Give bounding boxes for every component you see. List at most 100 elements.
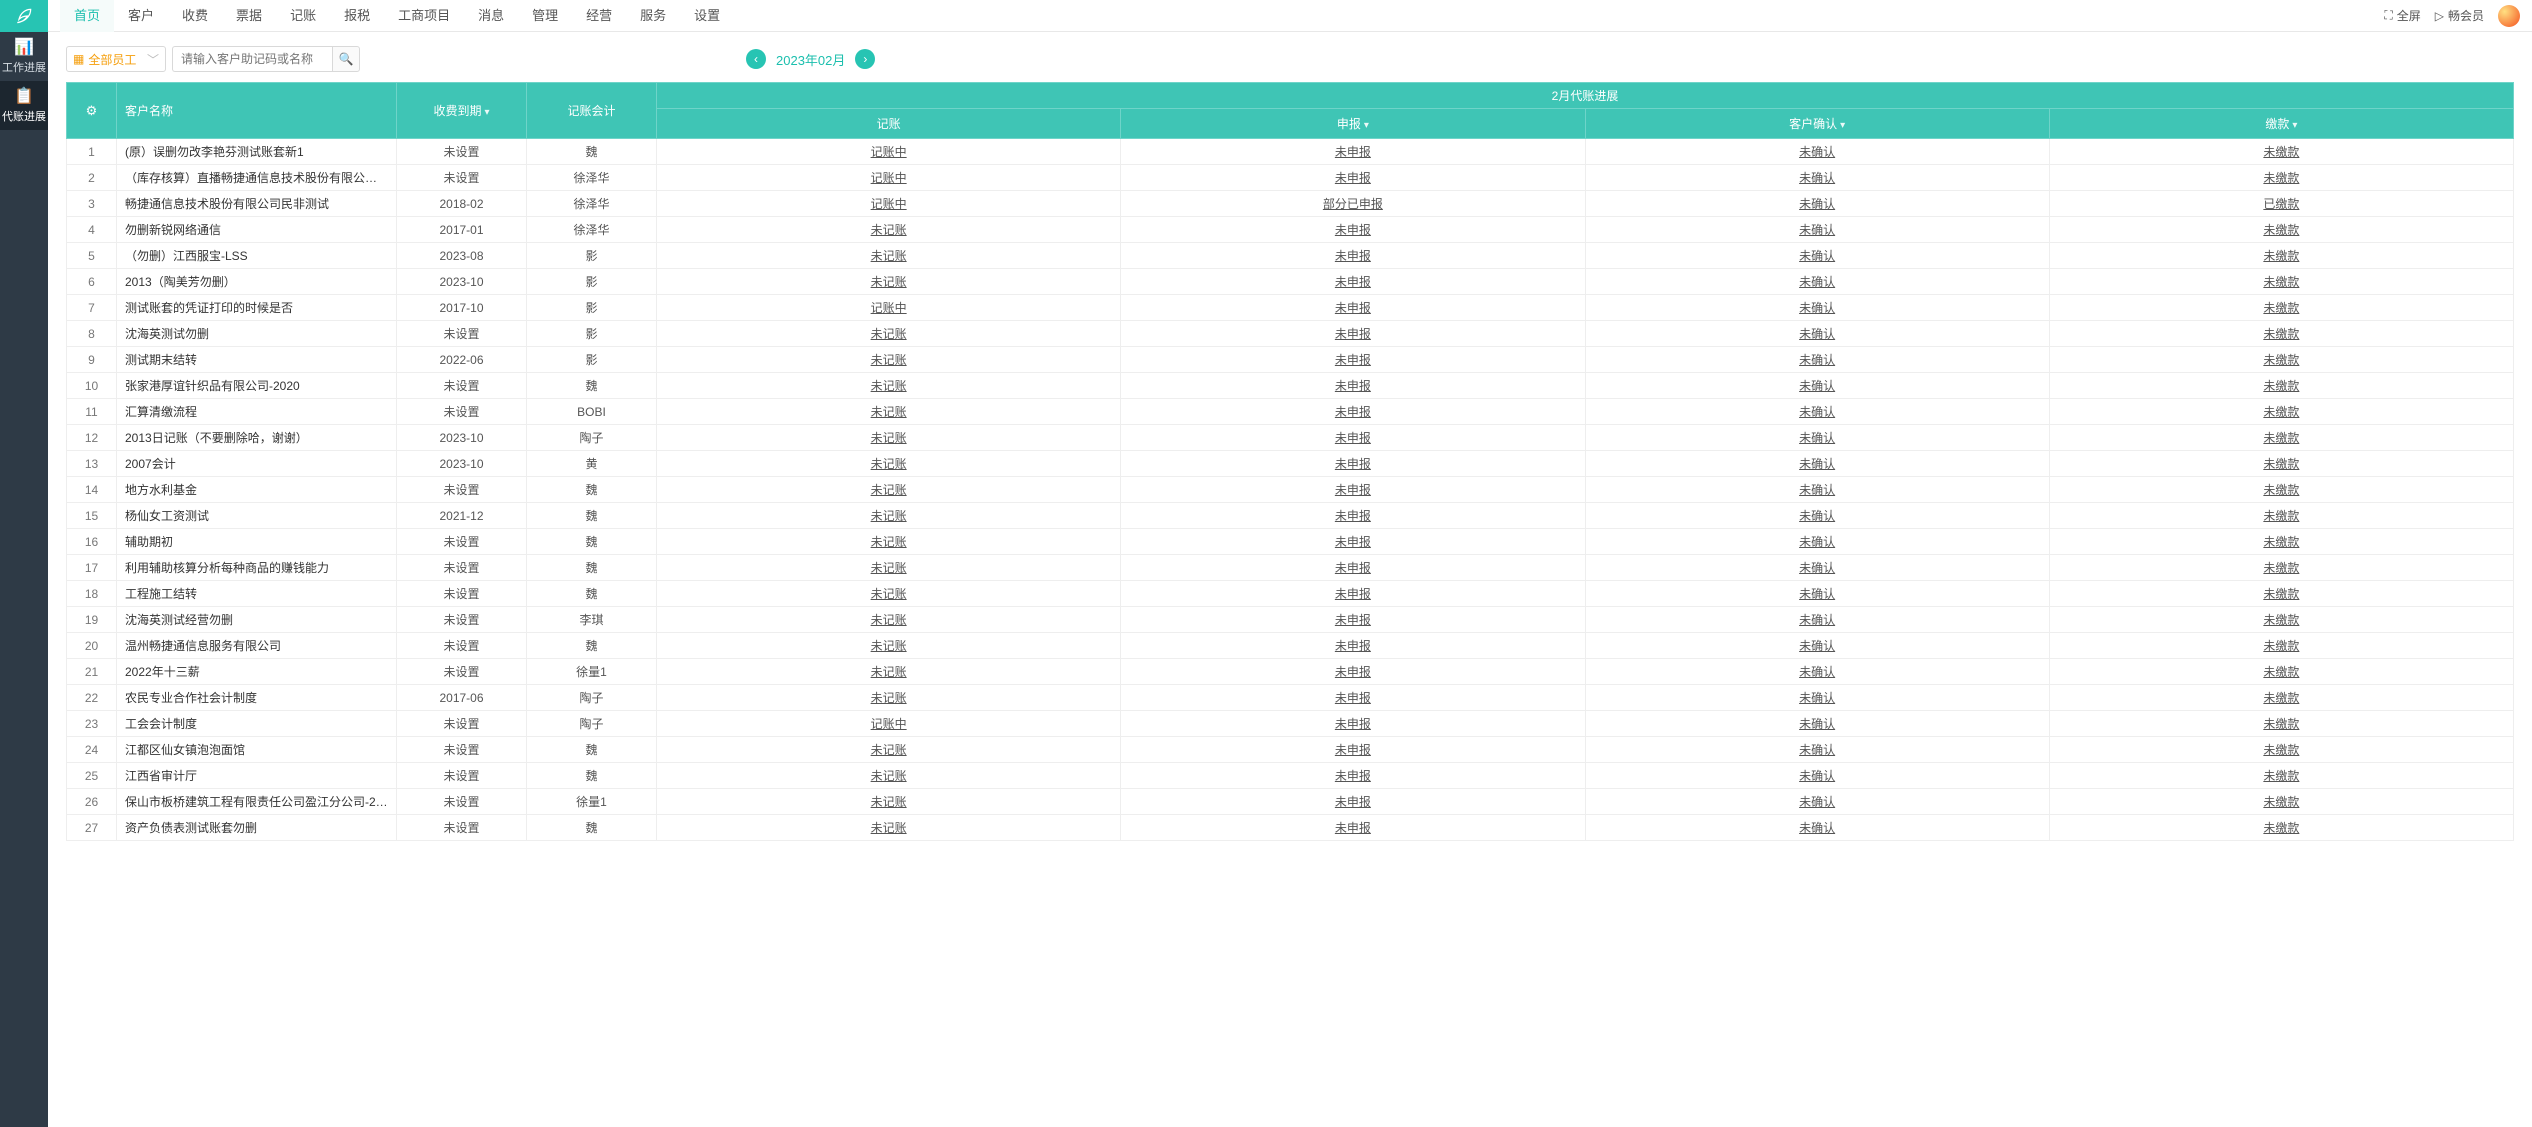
bookkeeping-status-link[interactable]: 未记账 bbox=[871, 561, 907, 575]
bookkeeping-status-link[interactable]: 未记账 bbox=[871, 431, 907, 445]
customer-name[interactable]: （库存核算）直播畅捷通信息技术股份有限公司chanjet（原账套） bbox=[117, 165, 397, 191]
sidebar-item-1[interactable]: 📋代账进展 bbox=[0, 81, 48, 130]
declare-status-link[interactable]: 未申报 bbox=[1335, 405, 1371, 419]
declare-status-link[interactable]: 未申报 bbox=[1335, 275, 1371, 289]
col-fee-due[interactable]: 收费到期▾ bbox=[397, 83, 527, 139]
top-tab-客户[interactable]: 客户 bbox=[114, 0, 168, 32]
payment-status-link[interactable]: 未缴款 bbox=[2263, 743, 2299, 757]
sidebar-item-0[interactable]: 📊工作进展 bbox=[0, 32, 48, 81]
payment-status-link[interactable]: 未缴款 bbox=[2263, 717, 2299, 731]
declare-status-link[interactable]: 未申报 bbox=[1335, 587, 1371, 601]
customer-name[interactable]: 地方水利基金 bbox=[117, 477, 397, 503]
bookkeeping-status-link[interactable]: 未记账 bbox=[871, 795, 907, 809]
customer-name[interactable]: 利用辅助核算分析每种商品的赚钱能力 bbox=[117, 555, 397, 581]
next-month-button[interactable]: › bbox=[855, 49, 875, 69]
search-button[interactable]: 🔍 bbox=[332, 46, 360, 72]
confirm-status-link[interactable]: 未确认 bbox=[1799, 483, 1835, 497]
bookkeeping-status-link[interactable]: 未记账 bbox=[871, 509, 907, 523]
payment-status-link[interactable]: 未缴款 bbox=[2263, 327, 2299, 341]
col-confirm[interactable]: 客户确认▾ bbox=[1585, 109, 2049, 139]
prev-month-button[interactable]: ‹ bbox=[746, 49, 766, 69]
payment-status-link[interactable]: 未缴款 bbox=[2263, 457, 2299, 471]
declare-status-link[interactable]: 未申报 bbox=[1335, 691, 1371, 705]
bookkeeping-status-link[interactable]: 未记账 bbox=[871, 691, 907, 705]
bookkeeping-status-link[interactable]: 未记账 bbox=[871, 223, 907, 237]
declare-status-link[interactable]: 未申报 bbox=[1335, 769, 1371, 783]
customer-name[interactable]: 江西省审计厅 bbox=[117, 763, 397, 789]
payment-status-link[interactable]: 未缴款 bbox=[2263, 613, 2299, 627]
bookkeeping-status-link[interactable]: 未记账 bbox=[871, 613, 907, 627]
declare-status-link[interactable]: 未申报 bbox=[1335, 743, 1371, 757]
app-logo[interactable] bbox=[0, 0, 48, 32]
top-tab-报税[interactable]: 报税 bbox=[330, 0, 384, 32]
declare-status-link[interactable]: 未申报 bbox=[1335, 457, 1371, 471]
top-tab-首页[interactable]: 首页 bbox=[60, 0, 114, 32]
bookkeeping-status-link[interactable]: 记账中 bbox=[871, 145, 907, 159]
customer-name[interactable]: （勿删）江西服宝-LSS bbox=[117, 243, 397, 269]
customer-name[interactable]: 温州畅捷通信息服务有限公司 bbox=[117, 633, 397, 659]
payment-status-link[interactable]: 未缴款 bbox=[2263, 275, 2299, 289]
confirm-status-link[interactable]: 未确认 bbox=[1799, 613, 1835, 627]
bookkeeping-status-link[interactable]: 未记账 bbox=[871, 639, 907, 653]
declare-status-link[interactable]: 未申报 bbox=[1335, 301, 1371, 315]
top-tab-工商项目[interactable]: 工商项目 bbox=[384, 0, 464, 32]
confirm-status-link[interactable]: 未确认 bbox=[1799, 795, 1835, 809]
bookkeeping-status-link[interactable]: 未记账 bbox=[871, 483, 907, 497]
customer-name[interactable]: 沈海英测试勿删 bbox=[117, 321, 397, 347]
payment-status-link[interactable]: 未缴款 bbox=[2263, 769, 2299, 783]
payment-status-link[interactable]: 未缴款 bbox=[2263, 483, 2299, 497]
customer-name[interactable]: 杨仙女工资测试 bbox=[117, 503, 397, 529]
declare-status-link[interactable]: 未申报 bbox=[1335, 613, 1371, 627]
declare-status-link[interactable]: 未申报 bbox=[1335, 249, 1371, 263]
customer-name[interactable]: 汇算清缴流程 bbox=[117, 399, 397, 425]
top-tab-收费[interactable]: 收费 bbox=[168, 0, 222, 32]
customer-name[interactable]: 畅捷通信息技术股份有限公司民非测试 bbox=[117, 191, 397, 217]
bookkeeping-status-link[interactable]: 记账中 bbox=[871, 171, 907, 185]
top-tab-记账[interactable]: 记账 bbox=[276, 0, 330, 32]
payment-status-link[interactable]: 未缴款 bbox=[2263, 535, 2299, 549]
declare-status-link[interactable]: 未申报 bbox=[1335, 431, 1371, 445]
confirm-status-link[interactable]: 未确认 bbox=[1799, 353, 1835, 367]
customer-name[interactable]: 勿删新锐网络通信 bbox=[117, 217, 397, 243]
top-tab-设置[interactable]: 设置 bbox=[680, 0, 734, 32]
payment-status-link[interactable]: 未缴款 bbox=[2263, 431, 2299, 445]
payment-status-link[interactable]: 未缴款 bbox=[2263, 587, 2299, 601]
customer-name[interactable]: 张家港厚谊针织品有限公司-2020 bbox=[117, 373, 397, 399]
customer-name[interactable]: 农民专业合作社会计制度 bbox=[117, 685, 397, 711]
confirm-status-link[interactable]: 未确认 bbox=[1799, 223, 1835, 237]
declare-status-link[interactable]: 未申报 bbox=[1335, 795, 1371, 809]
payment-status-link[interactable]: 未缴款 bbox=[2263, 795, 2299, 809]
customer-name[interactable]: 测试期末结转 bbox=[117, 347, 397, 373]
payment-status-link[interactable]: 未缴款 bbox=[2263, 821, 2299, 835]
confirm-status-link[interactable]: 未确认 bbox=[1799, 587, 1835, 601]
bookkeeping-status-link[interactable]: 未记账 bbox=[871, 327, 907, 341]
confirm-status-link[interactable]: 未确认 bbox=[1799, 535, 1835, 549]
customer-name[interactable]: (原）误删勿改李艳芬测试账套新1 bbox=[117, 139, 397, 165]
confirm-status-link[interactable]: 未确认 bbox=[1799, 275, 1835, 289]
payment-status-link[interactable]: 未缴款 bbox=[2263, 691, 2299, 705]
payment-status-link[interactable]: 未缴款 bbox=[2263, 379, 2299, 393]
top-tab-服务[interactable]: 服务 bbox=[626, 0, 680, 32]
payment-status-link[interactable]: 未缴款 bbox=[2263, 301, 2299, 315]
payment-status-link[interactable]: 已缴款 bbox=[2263, 197, 2299, 211]
bookkeeping-status-link[interactable]: 记账中 bbox=[871, 717, 907, 731]
bookkeeping-status-link[interactable]: 未记账 bbox=[871, 405, 907, 419]
declare-status-link[interactable]: 未申报 bbox=[1335, 717, 1371, 731]
confirm-status-link[interactable]: 未确认 bbox=[1799, 405, 1835, 419]
confirm-status-link[interactable]: 未确认 bbox=[1799, 457, 1835, 471]
confirm-status-link[interactable]: 未确认 bbox=[1799, 561, 1835, 575]
confirm-status-link[interactable]: 未确认 bbox=[1799, 509, 1835, 523]
confirm-status-link[interactable]: 未确认 bbox=[1799, 301, 1835, 315]
payment-status-link[interactable]: 未缴款 bbox=[2263, 561, 2299, 575]
employee-select[interactable]: ▦ 全部员工 ﹀ bbox=[66, 46, 166, 72]
declare-status-link[interactable]: 未申报 bbox=[1335, 483, 1371, 497]
payment-status-link[interactable]: 未缴款 bbox=[2263, 353, 2299, 367]
customer-name[interactable]: 工程施工结转 bbox=[117, 581, 397, 607]
customer-name[interactable]: 2007会计 bbox=[117, 451, 397, 477]
bookkeeping-status-link[interactable]: 记账中 bbox=[871, 301, 907, 315]
member-button[interactable]: ▷ 畅会员 bbox=[2435, 7, 2484, 24]
top-tab-经营[interactable]: 经营 bbox=[572, 0, 626, 32]
payment-status-link[interactable]: 未缴款 bbox=[2263, 249, 2299, 263]
confirm-status-link[interactable]: 未确认 bbox=[1799, 197, 1835, 211]
bookkeeping-status-link[interactable]: 记账中 bbox=[871, 197, 907, 211]
